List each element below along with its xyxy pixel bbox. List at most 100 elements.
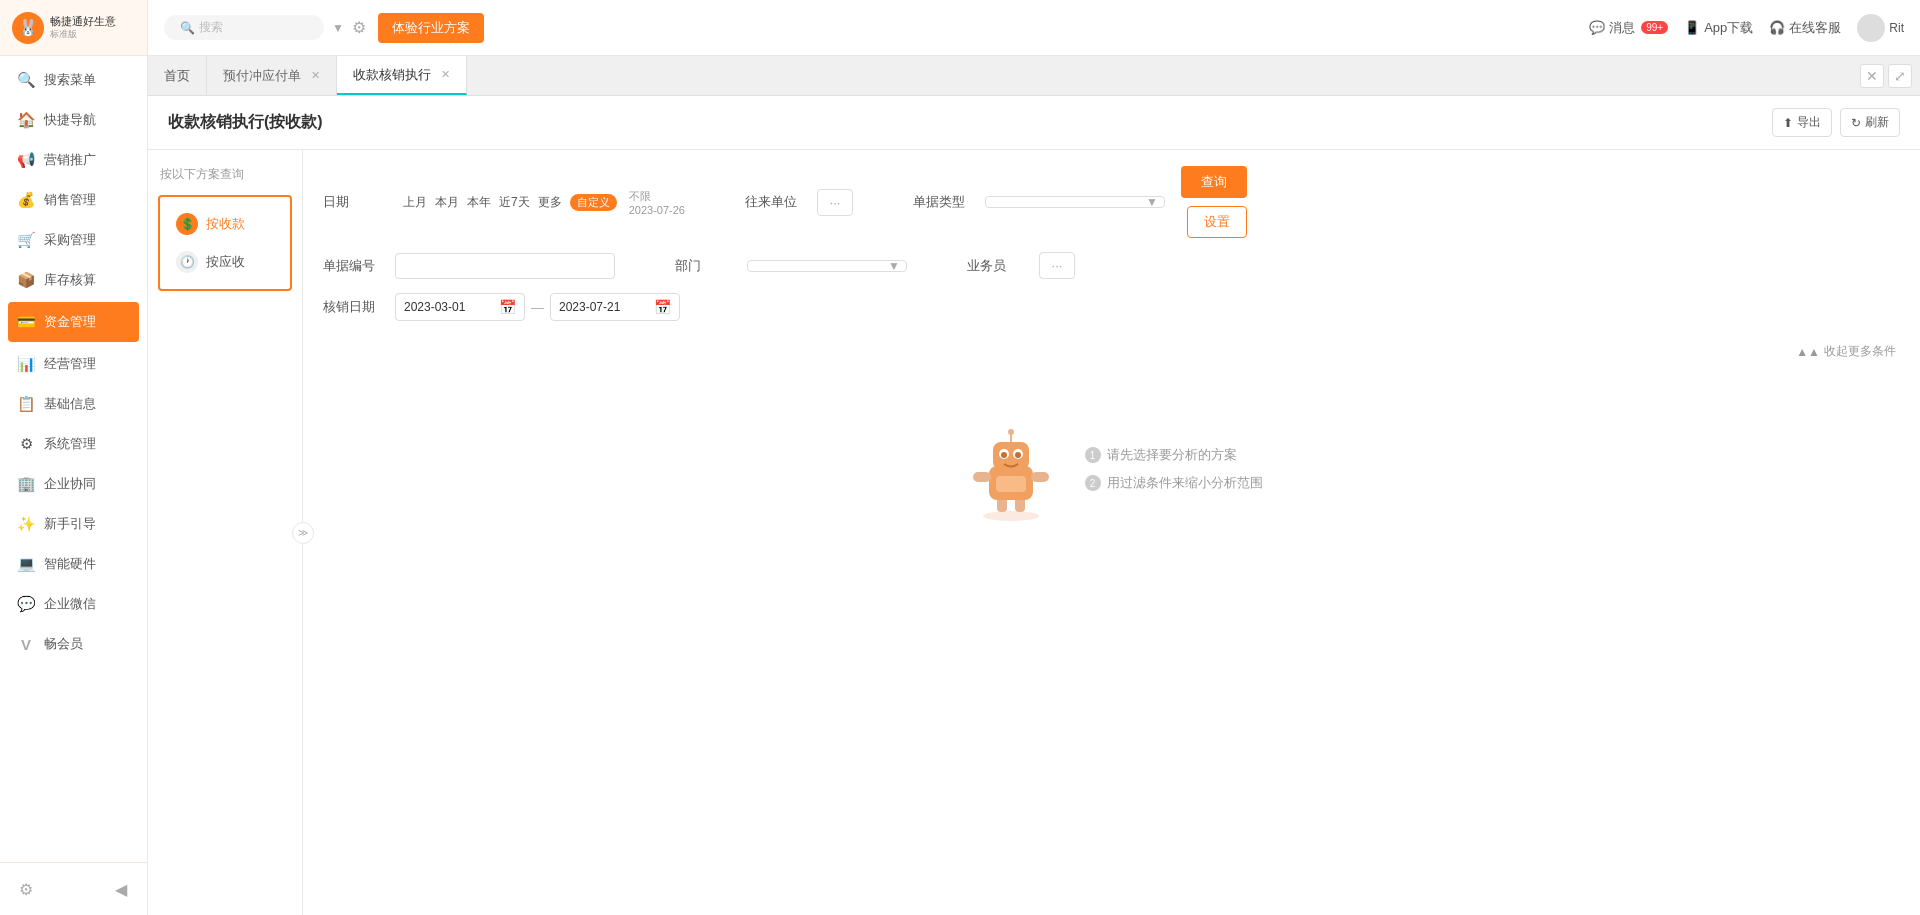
member-icon: V <box>16 634 36 654</box>
wechat-icon: 💬 <box>16 594 36 614</box>
message-icon: 💬 <box>1589 20 1605 35</box>
global-search[interactable]: 🔍 搜索 <box>164 15 324 40</box>
empty-state: 1 请先选择要分析的方案 2 用过滤条件来缩小分析范围 <box>323 364 1900 584</box>
inventory-icon: 📦 <box>16 270 36 290</box>
empty-tips: 1 请先选择要分析的方案 2 用过滤条件来缩小分析范围 <box>1085 446 1263 502</box>
logo-badge: 标准版 <box>50 28 116 41</box>
tabs-actions: ✕ ⤢ <box>1852 56 1920 95</box>
sidebar-item-guide[interactable]: ✨ 新手引导 <box>0 504 147 544</box>
sidebar-nav: 🔍 搜索菜单 🏠 快捷导航 📢 营销推广 💰 销售管理 🛒 采购管理 📦 库存核… <box>0 56 147 862</box>
date-link-this-month[interactable]: 本月 <box>435 194 459 211</box>
sidebar-item-label: 畅会员 <box>44 635 83 653</box>
app-download-button[interactable]: 📱 App下载 <box>1684 19 1753 37</box>
settings-button[interactable]: 设置 <box>1187 206 1247 238</box>
date-link-last-month[interactable]: 上月 <box>403 194 427 211</box>
sidebar-item-quick-nav[interactable]: 🏠 快捷导航 <box>0 100 147 140</box>
home-icon: 🏠 <box>16 110 36 130</box>
tab-expand-button[interactable]: ⤢ <box>1888 64 1912 88</box>
sidebar-item-enterprise[interactable]: 🏢 企业协同 <box>0 464 147 504</box>
robot-svg <box>961 424 1061 524</box>
headset-icon: 🎧 <box>1769 20 1785 35</box>
date-label: 日期 <box>323 193 395 211</box>
tab-prepay[interactable]: 预付冲应付单 ✕ <box>207 56 337 95</box>
date-link-more[interactable]: 更多 <box>538 194 562 211</box>
query-button[interactable]: 查询 <box>1181 166 1247 198</box>
sidebar-item-member[interactable]: V 畅会员 <box>0 624 147 664</box>
tab-home[interactable]: 首页 <box>148 56 207 95</box>
topbar-gear-icon[interactable]: ⚙ <box>352 18 366 37</box>
voucher-no-input[interactable] <box>395 253 615 279</box>
online-service-button[interactable]: 🎧 在线客服 <box>1769 19 1841 37</box>
staff-input[interactable]: ··· <box>1039 252 1075 279</box>
counterparty-input[interactable]: ··· <box>817 189 853 216</box>
sidebar-item-marketing[interactable]: 📢 营销推广 <box>0 140 147 180</box>
tab-home-label: 首页 <box>164 67 190 85</box>
collapse-more-button[interactable]: ▲▲ 收起更多条件 <box>1792 339 1900 364</box>
date-link-this-year[interactable]: 本年 <box>467 194 491 211</box>
step1-number: 1 <box>1085 447 1101 463</box>
tab-close-all-button[interactable]: ✕ <box>1860 64 1884 88</box>
export-button[interactable]: ⬆ 导出 <box>1772 108 1832 137</box>
empty-illustration <box>961 424 1061 524</box>
logo-icon: 🐰 <box>12 12 44 44</box>
page-header: 收款核销执行(按收款) ⬆ 导出 ↻ 刷新 <box>148 96 1920 150</box>
receipt-icon: 💲 <box>176 213 198 235</box>
filter-collapse-button[interactable]: ≫ <box>292 522 314 544</box>
sidebar-item-operations[interactable]: 📊 经营管理 <box>0 344 147 384</box>
date-custom-badge[interactable]: 自定义 <box>570 194 617 211</box>
step2-number: 2 <box>1085 475 1101 491</box>
sidebar-item-label: 资金管理 <box>44 313 96 331</box>
svg-point-9 <box>1001 452 1007 458</box>
sidebar-collapse-button[interactable]: ◀ <box>107 875 135 903</box>
date-range-dash: — <box>531 300 544 315</box>
query-form: 日期 上月 本月 本年 近7天 更多 自定义 不限 2023-07-26 <box>323 166 1900 364</box>
sidebar-item-wechat[interactable]: 💬 企业微信 <box>0 584 147 624</box>
tip2-text: 用过滤条件来缩小分析范围 <box>1107 474 1263 492</box>
sidebar-item-hardware[interactable]: 💻 智能硬件 <box>0 544 147 584</box>
avatar <box>1857 14 1885 42</box>
sidebar-item-label: 库存核算 <box>44 271 96 289</box>
user-profile[interactable]: Rit <box>1857 14 1904 42</box>
sidebar-item-purchase[interactable]: 🛒 采购管理 <box>0 220 147 260</box>
tab-receipt-cancel[interactable]: 收款核销执行 ✕ <box>337 56 467 95</box>
calendar-icon: 📅 <box>654 299 671 315</box>
sidebar-bottom: ⚙ ◀ <box>0 862 147 915</box>
refresh-button[interactable]: ↻ 刷新 <box>1840 108 1900 137</box>
tab-prepay-close-icon[interactable]: ✕ <box>311 69 320 82</box>
sidebar-item-label: 智能硬件 <box>44 555 96 573</box>
voucher-type-select[interactable]: ▼ <box>985 196 1165 208</box>
sidebar-settings-button[interactable]: ⚙ <box>12 875 40 903</box>
date-row: 日期 上月 本月 本年 近7天 更多 自定义 不限 2023-07-26 <box>323 166 1900 238</box>
chevron-down-icon: ▼ <box>888 259 900 273</box>
voucher-type-label: 单据类型 <box>913 193 985 211</box>
svg-rect-5 <box>1031 472 1049 482</box>
tab-receipt-cancel-close-icon[interactable]: ✕ <box>441 68 450 81</box>
finance-icon: 💳 <box>16 312 36 332</box>
search-chevron-icon[interactable]: ▼ <box>332 21 344 35</box>
content-body: 按以下方案查询 💲 按收款 🕐 按应收 ≫ <box>148 150 1920 915</box>
phone-icon: 📱 <box>1684 20 1700 35</box>
sidebar-item-system[interactable]: ⚙ 系统管理 <box>0 424 147 464</box>
industry-btn[interactable]: 体验行业方案 <box>378 13 484 43</box>
chevron-down-icon: ▼ <box>1146 195 1158 209</box>
sidebar-item-inventory[interactable]: 📦 库存核算 <box>0 260 147 300</box>
sidebar-item-search[interactable]: 🔍 搜索菜单 <box>0 60 147 100</box>
department-select[interactable]: ▼ <box>747 260 907 272</box>
date-link-7days[interactable]: 近7天 <box>499 194 530 211</box>
basic-info-icon: 📋 <box>16 394 36 414</box>
sidebar-item-sales[interactable]: 💰 销售管理 <box>0 180 147 220</box>
logo-name: 畅捷通好生意 <box>50 14 116 28</box>
sidebar-item-finance[interactable]: 💳 资金管理 <box>8 302 139 342</box>
write-off-end-input[interactable]: 2023-07-21 📅 <box>550 293 680 321</box>
user-name: Rit <box>1889 21 1904 35</box>
sidebar-item-label: 企业微信 <box>44 595 96 613</box>
purchase-icon: 🛒 <box>16 230 36 250</box>
counterparty-label: 往来单位 <box>745 193 817 211</box>
sidebar-item-basic-info[interactable]: 📋 基础信息 <box>0 384 147 424</box>
svg-rect-13 <box>996 476 1026 492</box>
filter-item-by-receivable[interactable]: 🕐 按应收 <box>164 243 286 281</box>
message-button[interactable]: 💬 消息 99+ <box>1589 19 1668 37</box>
write-off-start-input[interactable]: 2023-03-01 📅 <box>395 293 525 321</box>
sidebar-item-label: 搜索菜单 <box>44 71 96 89</box>
filter-item-by-receipt[interactable]: 💲 按收款 <box>164 205 286 243</box>
